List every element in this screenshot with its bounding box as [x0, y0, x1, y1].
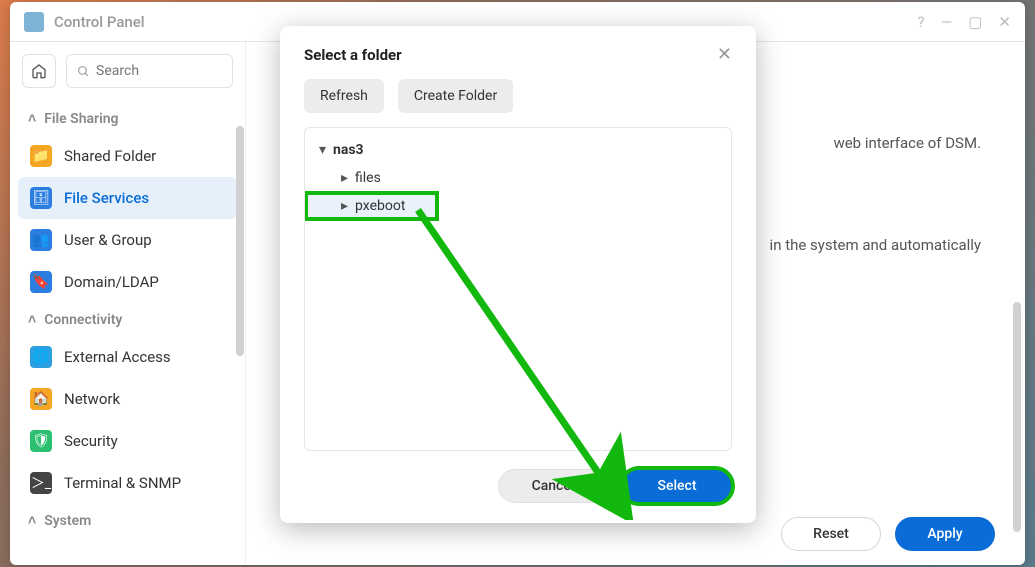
shield-icon: 🛡: [30, 430, 52, 452]
close-icon[interactable]: ✕: [998, 13, 1011, 31]
folder-tree: ▾ nas3 ▸ files ▸ pxeboot: [304, 127, 732, 451]
sidebar-item-shared-folder[interactable]: 📁 Shared Folder: [18, 135, 237, 177]
dialog-footer: Cancel Select: [280, 469, 756, 523]
sidebar-item-user-group[interactable]: 👥 User & Group: [18, 219, 237, 261]
select-button-highlight: Select: [622, 469, 732, 503]
help-icon[interactable]: ?: [917, 13, 924, 31]
file-services-icon: 🗄: [30, 187, 52, 209]
globe-icon: 🌐: [30, 346, 52, 368]
main-scrollbar-thumb[interactable]: [1013, 302, 1021, 532]
search-icon: [77, 64, 90, 79]
dialog-close-icon[interactable]: ✕: [717, 44, 732, 65]
maximize-icon[interactable]: ▢: [968, 13, 982, 31]
refresh-button[interactable]: Refresh: [304, 79, 384, 113]
sidebar-item-domain-ldap[interactable]: 🔖 Domain/LDAP: [18, 261, 237, 303]
select-folder-dialog: Select a folder ✕ Refresh Create Folder …: [280, 26, 756, 523]
network-icon: 🏠: [30, 388, 52, 410]
sidebar-item-terminal-snmp[interactable]: ＞_ Terminal & SNMP: [18, 462, 237, 504]
terminal-icon: ＞_: [30, 472, 52, 494]
chevron-up-icon: ˄: [28, 110, 36, 127]
sidebar: ˄ File Sharing 📁 Shared Folder 🗄 File Se…: [10, 42, 246, 565]
group-file-sharing[interactable]: ˄ File Sharing: [18, 102, 237, 135]
dialog-header: Select a folder ✕: [280, 26, 756, 79]
sidebar-item-external-access[interactable]: 🌐 External Access: [18, 336, 237, 378]
caret-right-icon: ▸: [341, 170, 355, 186]
select-button[interactable]: Select: [622, 469, 732, 503]
window-controls: ? — ▢ ✕: [917, 13, 1011, 31]
group-connectivity[interactable]: ˄ Connectivity: [18, 303, 237, 336]
caret-right-icon: ▸: [341, 198, 355, 214]
reset-button[interactable]: Reset: [781, 517, 881, 551]
dialog-title: Select a folder: [304, 46, 402, 64]
tree-node-pxeboot[interactable]: ▸ pxeboot: [305, 192, 438, 220]
sidebar-top-row: [18, 54, 237, 88]
caret-down-icon: ▾: [319, 142, 333, 158]
users-icon: 👥: [30, 229, 52, 251]
footer-buttons: Reset Apply: [781, 517, 995, 551]
tree-node-root[interactable]: ▾ nas3: [305, 136, 731, 164]
apply-button[interactable]: Apply: [895, 517, 995, 551]
sidebar-item-security[interactable]: 🛡 Security: [18, 420, 237, 462]
tree-node-files[interactable]: ▸ files: [305, 164, 731, 192]
home-button[interactable]: [22, 54, 56, 88]
create-folder-button[interactable]: Create Folder: [398, 79, 513, 113]
group-system[interactable]: ˄ System: [18, 504, 237, 537]
sidebar-item-file-services[interactable]: 🗄 File Services: [18, 177, 237, 219]
sidebar-item-network[interactable]: 🏠 Network: [18, 378, 237, 420]
app-icon: [24, 12, 44, 32]
domain-icon: 🔖: [30, 271, 52, 293]
sidebar-scrollbar-thumb[interactable]: [236, 126, 244, 356]
search-input[interactable]: [96, 63, 222, 79]
cancel-button[interactable]: Cancel: [498, 469, 608, 503]
dialog-toolbar: Refresh Create Folder: [280, 79, 756, 127]
search-input-wrapper[interactable]: [66, 54, 233, 88]
chevron-up-icon: ˄: [28, 311, 36, 328]
chevron-up-icon: ˄: [28, 512, 36, 529]
sidebar-scrollbar[interactable]: [235, 126, 245, 386]
minimize-icon[interactable]: —: [941, 13, 953, 31]
folder-icon: 📁: [30, 145, 52, 167]
